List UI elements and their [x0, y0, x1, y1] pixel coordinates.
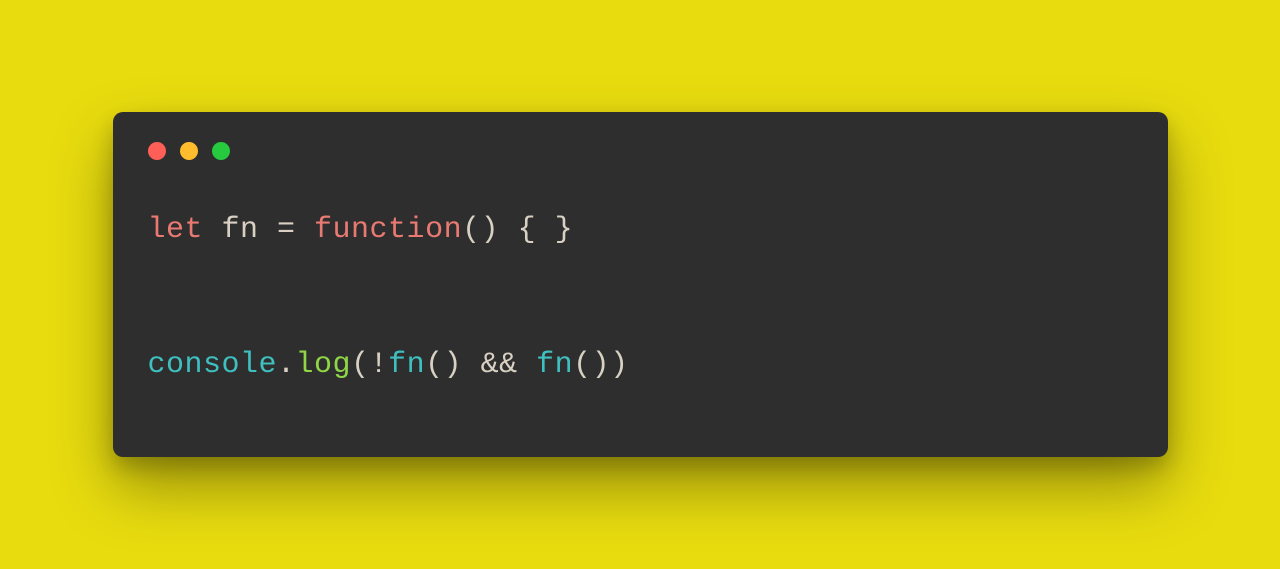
call-parens: () [425, 348, 462, 382]
parens: () [462, 213, 499, 247]
maximize-icon[interactable] [212, 142, 230, 160]
space [536, 213, 555, 247]
code-line-blank [148, 298, 1133, 343]
code-line-1: let fn = function() { } [148, 208, 1133, 253]
dot: . [277, 348, 296, 382]
code-window: let fn = function() { } console.log(!fn(… [113, 112, 1168, 457]
paren-open: ( [351, 348, 370, 382]
method-log: log [296, 348, 352, 382]
code-line-blank [148, 253, 1133, 298]
paren-close: ) [610, 348, 629, 382]
keyword-let: let [148, 213, 222, 247]
operator-equals: = [259, 213, 315, 247]
operator-and: && [462, 348, 536, 382]
fn-call: fn [388, 348, 425, 382]
brace-close: } [555, 213, 574, 247]
identifier-fn: fn [222, 213, 259, 247]
code-content: let fn = function() { } console.log(!fn(… [148, 208, 1133, 388]
traffic-lights [148, 142, 1133, 160]
minimize-icon[interactable] [180, 142, 198, 160]
fn-call: fn [536, 348, 573, 382]
space [499, 213, 518, 247]
operator-not: ! [370, 348, 389, 382]
code-line-2: console.log(!fn() && fn()) [148, 343, 1133, 388]
call-parens: () [573, 348, 610, 382]
close-icon[interactable] [148, 142, 166, 160]
identifier-console: console [148, 348, 278, 382]
keyword-function: function [314, 213, 462, 247]
brace-open: { [518, 213, 537, 247]
